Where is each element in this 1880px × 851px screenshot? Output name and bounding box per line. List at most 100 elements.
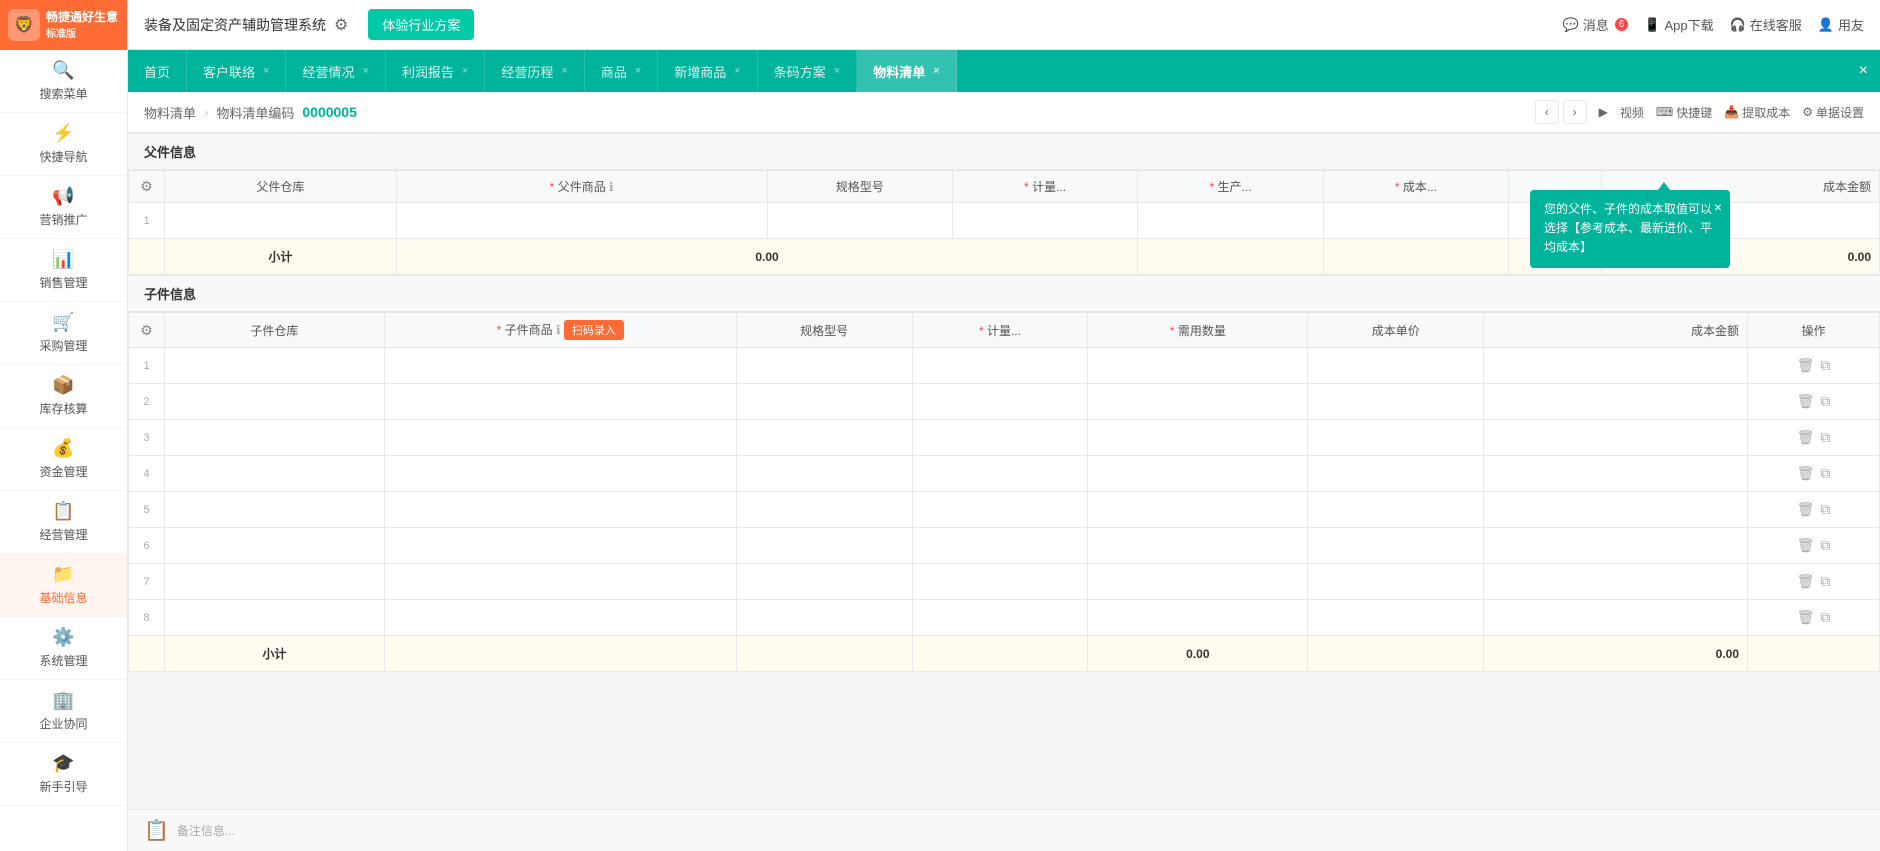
tab-profit-close[interactable]: × bbox=[462, 65, 468, 77]
tab-goods-close[interactable]: × bbox=[635, 65, 641, 77]
tab-history[interactable]: 经营历程 × bbox=[485, 50, 584, 92]
tab-customer[interactable]: 客户联络 × bbox=[187, 50, 286, 92]
child-unit-cell-6[interactable] bbox=[912, 564, 1088, 600]
child-product-cell-7[interactable] bbox=[384, 600, 736, 636]
child-unit-cell-5[interactable] bbox=[912, 528, 1088, 564]
child-th-settings[interactable]: ⚙ bbox=[129, 313, 165, 348]
tab-barcode-close[interactable]: × bbox=[834, 65, 840, 77]
tab-barcode[interactable]: 条码方案 × bbox=[758, 50, 857, 92]
tab-operation[interactable]: 经营情况 × bbox=[286, 50, 385, 92]
parent-warehouse-cell[interactable] bbox=[165, 203, 397, 239]
child-qty-cell-3[interactable] bbox=[1088, 456, 1308, 492]
delete-icon[interactable]: 🗑 bbox=[1797, 501, 1815, 518]
delete-icon[interactable]: 🗑 bbox=[1797, 393, 1815, 410]
child-spec-cell-7[interactable] bbox=[736, 600, 912, 636]
sidebar-item-guide[interactable]: 🎓 新手引导 bbox=[0, 743, 127, 806]
parent-unit-cell[interactable] bbox=[952, 203, 1137, 239]
child-unit-cell-1[interactable] bbox=[912, 384, 1088, 420]
copy-icon[interactable]: ⧉ bbox=[1820, 357, 1830, 374]
child-spec-cell-2[interactable] bbox=[736, 420, 912, 456]
tab-goods[interactable]: 商品 × bbox=[585, 50, 658, 92]
child-spec-cell-0[interactable] bbox=[736, 348, 912, 384]
nav-close-all[interactable]: × bbox=[1847, 50, 1880, 92]
note-icon[interactable]: 📋 bbox=[144, 818, 169, 843]
online-service-action[interactable]: 🎧 在线客服 bbox=[1730, 15, 1802, 34]
child-product-cell-2[interactable] bbox=[384, 420, 736, 456]
tab-bom-close[interactable]: × bbox=[933, 65, 939, 77]
delete-icon[interactable]: 🗑 bbox=[1797, 465, 1815, 482]
child-warehouse-cell-3[interactable] bbox=[165, 456, 385, 492]
child-qty-cell-6[interactable] bbox=[1088, 564, 1308, 600]
child-product-cell-6[interactable] bbox=[384, 564, 736, 600]
child-warehouse-cell-6[interactable] bbox=[165, 564, 385, 600]
copy-icon[interactable]: ⧉ bbox=[1820, 573, 1830, 590]
tooltip-close[interactable]: × bbox=[1714, 196, 1722, 218]
tab-customer-close[interactable]: × bbox=[263, 65, 269, 77]
parent-th-settings[interactable]: ⚙ bbox=[129, 171, 165, 203]
parent-spec-cell[interactable] bbox=[767, 203, 952, 239]
sidebar-item-operation[interactable]: 📋 经营管理 bbox=[0, 491, 127, 554]
child-warehouse-cell-1[interactable] bbox=[165, 384, 385, 420]
child-unit-cost-cell-4[interactable] bbox=[1308, 492, 1484, 528]
copy-icon[interactable]: ⧉ bbox=[1820, 537, 1830, 554]
tab-new-goods[interactable]: 新增商品 × bbox=[658, 50, 757, 92]
copy-icon[interactable]: ⧉ bbox=[1820, 393, 1830, 410]
sidebar-item-finance[interactable]: 💰 资金管理 bbox=[0, 428, 127, 491]
extract-cost-action[interactable]: 📥 提取成本 bbox=[1724, 104, 1790, 121]
tab-new-goods-close[interactable]: × bbox=[734, 65, 740, 77]
child-qty-cell-2[interactable] bbox=[1088, 420, 1308, 456]
child-warehouse-cell-0[interactable] bbox=[165, 348, 385, 384]
sidebar-item-basic[interactable]: 📁 基础信息 bbox=[0, 554, 127, 617]
child-warehouse-cell-7[interactable] bbox=[165, 600, 385, 636]
child-qty-cell-0[interactable] bbox=[1088, 348, 1308, 384]
child-product-cell-1[interactable] bbox=[384, 384, 736, 420]
sidebar-item-purchase[interactable]: 🛒 采购管理 bbox=[0, 302, 127, 365]
child-unit-cost-cell-7[interactable] bbox=[1308, 600, 1484, 636]
copy-icon[interactable]: ⧉ bbox=[1820, 429, 1830, 446]
sidebar-item-inventory[interactable]: 📦 库存核算 bbox=[0, 365, 127, 428]
delete-icon[interactable]: 🗑 bbox=[1797, 537, 1815, 554]
delete-icon[interactable]: 🗑 bbox=[1797, 357, 1815, 374]
sidebar-item-corp[interactable]: 🏢 企业协同 bbox=[0, 680, 127, 743]
child-product-cell-0[interactable] bbox=[384, 348, 736, 384]
delete-icon[interactable]: 🗑 bbox=[1797, 573, 1815, 590]
tab-bom[interactable]: 物料清单 × bbox=[857, 50, 956, 92]
child-qty-cell-5[interactable] bbox=[1088, 528, 1308, 564]
child-product-cell-4[interactable] bbox=[384, 492, 736, 528]
view-action[interactable]: 视频 bbox=[1620, 104, 1644, 121]
child-unit-cell-3[interactable] bbox=[912, 456, 1088, 492]
child-spec-cell-4[interactable] bbox=[736, 492, 912, 528]
tab-operation-close[interactable]: × bbox=[362, 65, 368, 77]
child-warehouse-cell-5[interactable] bbox=[165, 528, 385, 564]
single-settings-action[interactable]: ⚙ 单据设置 bbox=[1802, 104, 1864, 121]
child-warehouse-cell-4[interactable] bbox=[165, 492, 385, 528]
child-unit-cost-cell-3[interactable] bbox=[1308, 456, 1484, 492]
child-spec-cell-5[interactable] bbox=[736, 528, 912, 564]
child-unit-cost-cell-1[interactable] bbox=[1308, 384, 1484, 420]
child-unit-cell-7[interactable] bbox=[912, 600, 1088, 636]
child-spec-cell-6[interactable] bbox=[736, 564, 912, 600]
child-qty-cell-4[interactable] bbox=[1088, 492, 1308, 528]
child-unit-cost-cell-6[interactable] bbox=[1308, 564, 1484, 600]
sidebar-item-sales[interactable]: 📊 销售管理 bbox=[0, 239, 127, 302]
message-action[interactable]: 💬 消息 6 bbox=[1563, 15, 1629, 34]
parent-product-cell[interactable] bbox=[396, 203, 767, 239]
scan-input-button[interactable]: 扫码录入 bbox=[564, 320, 624, 340]
child-unit-cost-cell-0[interactable] bbox=[1308, 348, 1484, 384]
child-unit-cell-4[interactable] bbox=[912, 492, 1088, 528]
trial-button[interactable]: 体验行业方案 bbox=[368, 9, 474, 40]
delete-icon[interactable]: 🗑 bbox=[1797, 429, 1815, 446]
sidebar-item-system[interactable]: ⚙️ 系统管理 bbox=[0, 617, 127, 680]
child-spec-cell-1[interactable] bbox=[736, 384, 912, 420]
child-unit-cost-cell-2[interactable] bbox=[1308, 420, 1484, 456]
shortcut-action[interactable]: ⌨ 快捷键 bbox=[1656, 104, 1712, 121]
child-product-cell-5[interactable] bbox=[384, 528, 736, 564]
app-download-action[interactable]: 📱 App下载 bbox=[1644, 15, 1713, 34]
parent-production-cell[interactable] bbox=[1138, 203, 1323, 239]
child-unit-cell-2[interactable] bbox=[912, 420, 1088, 456]
tab-history-close[interactable]: × bbox=[561, 65, 567, 77]
copy-icon[interactable]: ⧉ bbox=[1820, 609, 1830, 626]
child-unit-cell-0[interactable] bbox=[912, 348, 1088, 384]
tab-profit[interactable]: 利润报告 × bbox=[386, 50, 485, 92]
child-product-cell-3[interactable] bbox=[384, 456, 736, 492]
